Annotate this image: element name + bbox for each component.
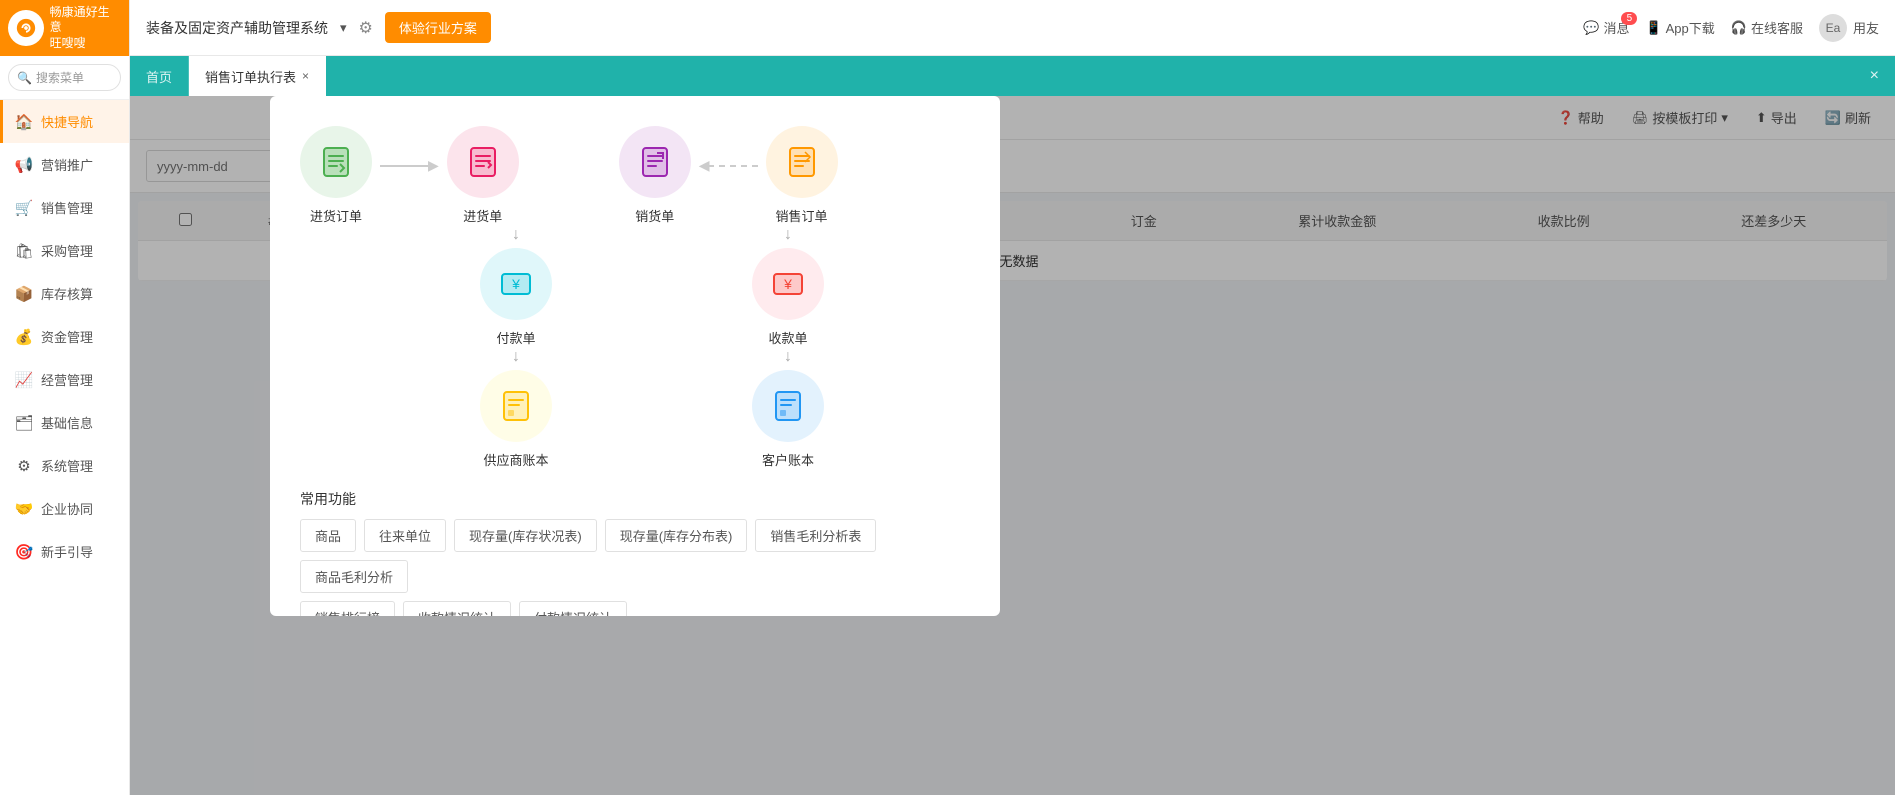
quick-guide-modal: 进货订单 ▶ 进 <box>270 96 1000 616</box>
app-download-link[interactable]: 📱 App下载 <box>1645 18 1714 37</box>
svg-text:¥: ¥ <box>783 276 792 292</box>
sidebar-logo: 畅康通好生意 旺嗖嗖 <box>0 0 129 56</box>
flow-diagram: 进货订单 ▶ 进 <box>300 126 970 485</box>
func-btn-receipt-stats[interactable]: 收款情况统计 <box>403 601 511 616</box>
modal-overlay: 进货订单 ▶ 进 <box>130 96 1895 795</box>
marketing-icon: 📢 <box>15 156 33 174</box>
tab-sales-order[interactable]: 销售订单执行表 × <box>189 56 326 96</box>
func-btn-payment-stats[interactable]: 付款情况统计 <box>519 601 627 616</box>
sidebar-item-quick-guide[interactable]: 🏠 快捷导航 <box>0 100 129 143</box>
func-btn-product-profit[interactable]: 商品毛利分析 <box>300 560 408 593</box>
download-icon: 📱 <box>1645 20 1661 36</box>
inventory-icon: 📦 <box>15 285 33 303</box>
common-functions-section: 常用功能 商品 往来单位 现存量(库存状况表) 现存量(库存分布表) 销售毛利分… <box>300 489 970 616</box>
avatar: Ea <box>1819 14 1847 42</box>
operations-icon: 📈 <box>15 371 33 389</box>
user-menu[interactable]: Ea 用友 <box>1819 14 1879 42</box>
supplier-ledger-icon <box>480 370 552 442</box>
sidebar-item-inventory[interactable]: 📦 库存核算 <box>0 272 129 315</box>
sidebar-item-marketing[interactable]: 📢 营销推广 <box>0 143 129 186</box>
tab-close-icon[interactable]: × <box>302 69 309 83</box>
arrow-purchase-order-to-purchase-bill: ▶ <box>372 157 447 174</box>
down-arrow-receipt: ↓ <box>784 347 792 366</box>
quick-guide-icon: 🏠 <box>15 113 33 131</box>
sidebar-item-enterprise[interactable]: 🤝 企业协同 <box>0 487 129 530</box>
newbie-icon: 🎯 <box>15 543 33 561</box>
down-arrow-purchase-bill: ↓ <box>512 225 520 244</box>
purchase-bill-icon <box>447 126 519 198</box>
topbar: 装备及固定资产辅助管理系统 ▾ ⚙ 体验行业方案 💬 消息 5 📱 App下载 … <box>130 0 1895 56</box>
sidebar-item-operations[interactable]: 📈 经营管理 <box>0 358 129 401</box>
message-badge[interactable]: 💬 消息 5 <box>1583 18 1629 37</box>
sales-bill-icon <box>619 126 691 198</box>
flow-node-receipt[interactable]: ¥ 收款单 <box>752 248 824 347</box>
system-icon: ⚙ <box>15 457 33 475</box>
service-icon: 🎧 <box>1731 20 1747 36</box>
func-btn-sales-profit[interactable]: 销售毛利分析表 <box>755 519 876 552</box>
settings-icon[interactable]: ⚙ <box>359 18 373 38</box>
purchase-order-icon <box>300 126 372 198</box>
func-btn-product[interactable]: 商品 <box>300 519 356 552</box>
sidebar-item-finance[interactable]: 💰 资金管理 <box>0 315 129 358</box>
flow-node-supplier-ledger[interactable]: 供应商账本 <box>480 370 552 469</box>
logo-icon <box>8 10 44 46</box>
sidebar-item-newbie[interactable]: 🎯 新手引导 <box>0 530 129 573</box>
system-title: 装备及固定资产辅助管理系统 <box>146 18 328 38</box>
flow-top-row: 进货订单 ▶ 进 <box>300 126 838 225</box>
arrow-sales-order-to-sales-bill: ◀ <box>691 157 766 174</box>
topbar-actions: 💬 消息 5 📱 App下载 🎧 在线客服 Ea 用友 <box>1583 14 1879 42</box>
sales-icon: 🛒 <box>15 199 33 217</box>
flow-bot-row: ↓ 供应商账本 <box>300 347 824 469</box>
sidebar-item-system[interactable]: ⚙ 系统管理 <box>0 444 129 487</box>
trial-button[interactable]: 体验行业方案 <box>385 12 491 43</box>
receipt-icon: ¥ <box>752 248 824 320</box>
online-service-link[interactable]: 🎧 在线客服 <box>1731 18 1803 37</box>
function-buttons-row-1: 商品 往来单位 现存量(库存状况表) 现存量(库存分布表) 销售毛利分析表 商品… <box>300 519 970 593</box>
sidebar-nav: 🏠 快捷导航 📢 营销推广 🛒 销售管理 🛍 采购管理 📦 库存核算 💰 <box>0 100 129 795</box>
flow-node-sales-bill[interactable]: 销货单 <box>619 126 691 225</box>
func-btn-stock-dist[interactable]: 现存量(库存分布表) <box>605 519 748 552</box>
function-buttons-row-2: 销售排行榜 收款情况统计 付款情况统计 <box>300 601 970 616</box>
sales-order-icon <box>766 126 838 198</box>
sidebar-search-area: 🔍 搜索菜单 <box>0 56 129 100</box>
tab-home[interactable]: 首页 <box>130 56 189 96</box>
content-area: ❓ 帮助 🖨 按模板打印 ▾ ⬆ 导出 🔄 刷新 <box>130 96 1895 795</box>
close-all-tabs-button[interactable]: × <box>1854 67 1895 85</box>
flow-node-purchase-bill[interactable]: 进货单 <box>447 126 519 225</box>
func-btn-sales-rank[interactable]: 销售排行榜 <box>300 601 395 616</box>
flow-node-sales-order[interactable]: 销售订单 <box>766 126 838 225</box>
sidebar-item-purchase[interactable]: 🛍 采购管理 <box>0 229 129 272</box>
func-btn-stock-status[interactable]: 现存量(库存状况表) <box>454 519 597 552</box>
flow-node-purchase-order[interactable]: 进货订单 <box>300 126 372 225</box>
svg-text:¥: ¥ <box>511 276 520 292</box>
payment-icon: ¥ <box>480 248 552 320</box>
sidebar: 畅康通好生意 旺嗖嗖 🔍 搜索菜单 🏠 快捷导航 📢 营销推广 🛒 销售管理 <box>0 0 130 795</box>
search-icon: 🔍 <box>17 71 32 85</box>
flow-node-payment[interactable]: ¥ 付款单 <box>480 248 552 347</box>
tab-bar: 首页 销售订单执行表 × × <box>130 56 1895 96</box>
down-arrow-sales-bill: ↓ <box>784 225 792 244</box>
finance-icon: 💰 <box>15 328 33 346</box>
system-dropdown[interactable]: ▾ <box>340 20 347 36</box>
enterprise-icon: 🤝 <box>15 500 33 518</box>
common-functions-title: 常用功能 <box>300 489 970 509</box>
main-area: 装备及固定资产辅助管理系统 ▾ ⚙ 体验行业方案 💬 消息 5 📱 App下载 … <box>130 0 1895 795</box>
basic-info-icon: 🗂 <box>15 414 33 432</box>
sidebar-item-basic-info[interactable]: 🗂 基础信息 <box>0 401 129 444</box>
message-icon: 💬 <box>1583 20 1599 36</box>
flow-node-customer-ledger[interactable]: 客户账本 <box>752 370 824 469</box>
customer-ledger-icon <box>752 370 824 442</box>
logo-text: 畅康通好生意 旺嗖嗖 <box>50 5 121 52</box>
purchase-icon: 🛍 <box>15 242 33 260</box>
func-btn-party[interactable]: 往来单位 <box>364 519 446 552</box>
down-arrow-payment: ↓ <box>512 347 520 366</box>
chevron-down-icon: ▾ <box>340 20 347 36</box>
sidebar-item-sales[interactable]: 🛒 销售管理 <box>0 186 129 229</box>
flow-mid-row: ↓ ¥ 付款单 <box>300 225 824 347</box>
search-menu-button[interactable]: 🔍 搜索菜单 <box>8 64 121 91</box>
